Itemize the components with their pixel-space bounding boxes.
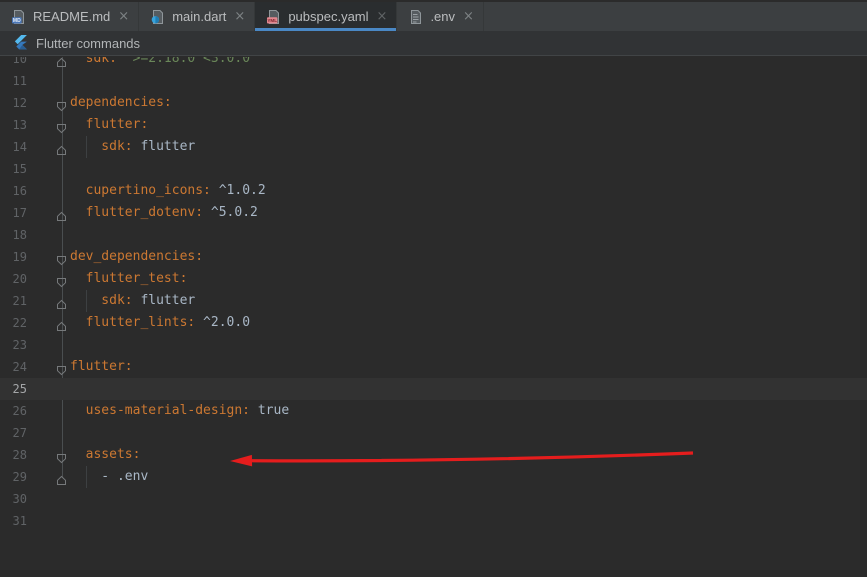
tab-pubspec-yaml[interactable]: YML pubspec.yaml × xyxy=(255,2,397,31)
line-number: 12 xyxy=(0,92,27,114)
line-number: 14 xyxy=(0,136,27,158)
editor-line-30[interactable]: 30 xyxy=(0,488,867,510)
fold-end-icon[interactable] xyxy=(56,295,67,306)
line-number: 16 xyxy=(0,180,27,202)
svg-text:YML: YML xyxy=(268,18,278,23)
line-number: 13 xyxy=(0,114,27,136)
code-text: cupertino_icons: ^1.0.2 xyxy=(70,180,867,202)
code-text: flutter: xyxy=(70,356,867,378)
code-text: dependencies: xyxy=(70,92,867,114)
line-number: 26 xyxy=(0,400,27,422)
code-text: flutter_lints: ^2.0.0 xyxy=(70,312,867,334)
fold-start-icon[interactable] xyxy=(56,97,67,108)
editor-line-20[interactable]: 20 flutter_test: xyxy=(0,268,867,290)
banner-label: Flutter commands xyxy=(36,36,140,51)
code-text: sdk: '>=2.18.0 <3.0.0' xyxy=(70,57,867,70)
flutter-commands-banner[interactable]: Flutter commands xyxy=(0,31,867,56)
tab-env[interactable]: .env × xyxy=(397,2,483,31)
close-icon[interactable]: × xyxy=(234,10,245,23)
line-number: 20 xyxy=(0,268,27,290)
close-icon[interactable]: × xyxy=(463,10,474,23)
tab-label: README.md xyxy=(33,9,110,24)
line-number: 10 xyxy=(0,57,27,70)
editor-line-23[interactable]: 23 xyxy=(0,334,867,356)
editor-line-11[interactable]: 11 xyxy=(0,70,867,92)
fold-start-icon[interactable] xyxy=(56,251,67,262)
code-text: uses-material-design: true xyxy=(70,400,867,422)
text-file-icon xyxy=(408,9,424,25)
line-number: 15 xyxy=(0,158,27,180)
editor-line-29[interactable]: 29 - .env xyxy=(0,466,867,488)
editor-line-28[interactable]: 28 assets: xyxy=(0,444,867,466)
flutter-logo-icon xyxy=(12,34,28,53)
line-number: 17 xyxy=(0,202,27,224)
editor-line-21[interactable]: 21 sdk: flutter xyxy=(0,290,867,312)
editor-line-27[interactable]: 27 xyxy=(0,422,867,444)
line-number: 11 xyxy=(0,70,27,92)
tab-label: main.dart xyxy=(172,9,226,24)
editor-tab-bar: MDREADME.md×main.dart×YMLpubspec.yaml×.e… xyxy=(0,0,867,31)
line-number: 31 xyxy=(0,510,27,532)
line-number: 25 xyxy=(0,378,27,400)
fold-start-icon[interactable] xyxy=(56,273,67,284)
editor-line-13[interactable]: 13 flutter: xyxy=(0,114,867,136)
tab-label: .env xyxy=(430,9,455,24)
tab-readme-md[interactable]: MD README.md × xyxy=(0,2,139,31)
close-icon[interactable]: × xyxy=(377,10,388,23)
fold-start-icon[interactable] xyxy=(56,449,67,460)
line-number: 21 xyxy=(0,290,27,312)
fold-start-icon[interactable] xyxy=(56,119,67,130)
line-number: 29 xyxy=(0,466,27,488)
editor-line-19[interactable]: 19 dev_dependencies: xyxy=(0,246,867,268)
line-number: 22 xyxy=(0,312,27,334)
fold-start-icon[interactable] xyxy=(56,361,67,372)
fold-end-icon[interactable] xyxy=(56,317,67,328)
tab-label: pubspec.yaml xyxy=(288,9,368,24)
line-number: 28 xyxy=(0,444,27,466)
code-text: sdk: flutter xyxy=(70,136,867,158)
line-number: 23 xyxy=(0,334,27,356)
line-number: 18 xyxy=(0,224,27,246)
fold-end-icon[interactable] xyxy=(56,57,67,64)
code-text: flutter_dotenv: ^5.0.2 xyxy=(70,202,867,224)
svg-text:MD: MD xyxy=(13,18,21,24)
editor-line-10[interactable]: 10 sdk: '>=2.18.0 <3.0.0' xyxy=(0,57,867,70)
editor-line-22[interactable]: 22 flutter_lints: ^2.0.0 xyxy=(0,312,867,334)
code-text: dev_dependencies: xyxy=(70,246,867,268)
editor-line-31[interactable]: 31 xyxy=(0,510,867,532)
editor-line-12[interactable]: 12 dependencies: xyxy=(0,92,867,114)
code-text: sdk: flutter xyxy=(70,290,867,312)
editor-line-14[interactable]: 14 sdk: flutter xyxy=(0,136,867,158)
fold-end-icon[interactable] xyxy=(56,471,67,482)
editor-line-17[interactable]: 17 flutter_dotenv: ^5.0.2 xyxy=(0,202,867,224)
line-number: 24 xyxy=(0,356,27,378)
code-editor[interactable]: 10 sdk: '>=2.18.0 <3.0.0'1112dependencie… xyxy=(0,57,867,577)
dart-file-icon xyxy=(150,9,166,25)
code-text: assets: xyxy=(70,444,867,466)
yaml-file-icon: YML xyxy=(266,9,282,25)
code-text: flutter: xyxy=(70,114,867,136)
editor-line-15[interactable]: 15 xyxy=(0,158,867,180)
line-number: 19 xyxy=(0,246,27,268)
tab-main-dart[interactable]: main.dart × xyxy=(139,2,255,31)
code-text: - .env xyxy=(70,466,867,488)
fold-end-icon[interactable] xyxy=(56,141,67,152)
line-number: 27 xyxy=(0,422,27,444)
editor-line-24[interactable]: 24 flutter: xyxy=(0,356,867,378)
editor-line-25[interactable]: 25 xyxy=(0,378,867,400)
editor-line-26[interactable]: 26 uses-material-design: true xyxy=(0,400,867,422)
fold-end-icon[interactable] xyxy=(56,207,67,218)
editor-line-16[interactable]: 16 cupertino_icons: ^1.0.2 xyxy=(0,180,867,202)
close-icon[interactable]: × xyxy=(118,10,129,23)
line-number: 30 xyxy=(0,488,27,510)
editor-line-18[interactable]: 18 xyxy=(0,224,867,246)
markdown-file-icon: MD xyxy=(11,9,27,25)
code-text: flutter_test: xyxy=(70,268,867,290)
